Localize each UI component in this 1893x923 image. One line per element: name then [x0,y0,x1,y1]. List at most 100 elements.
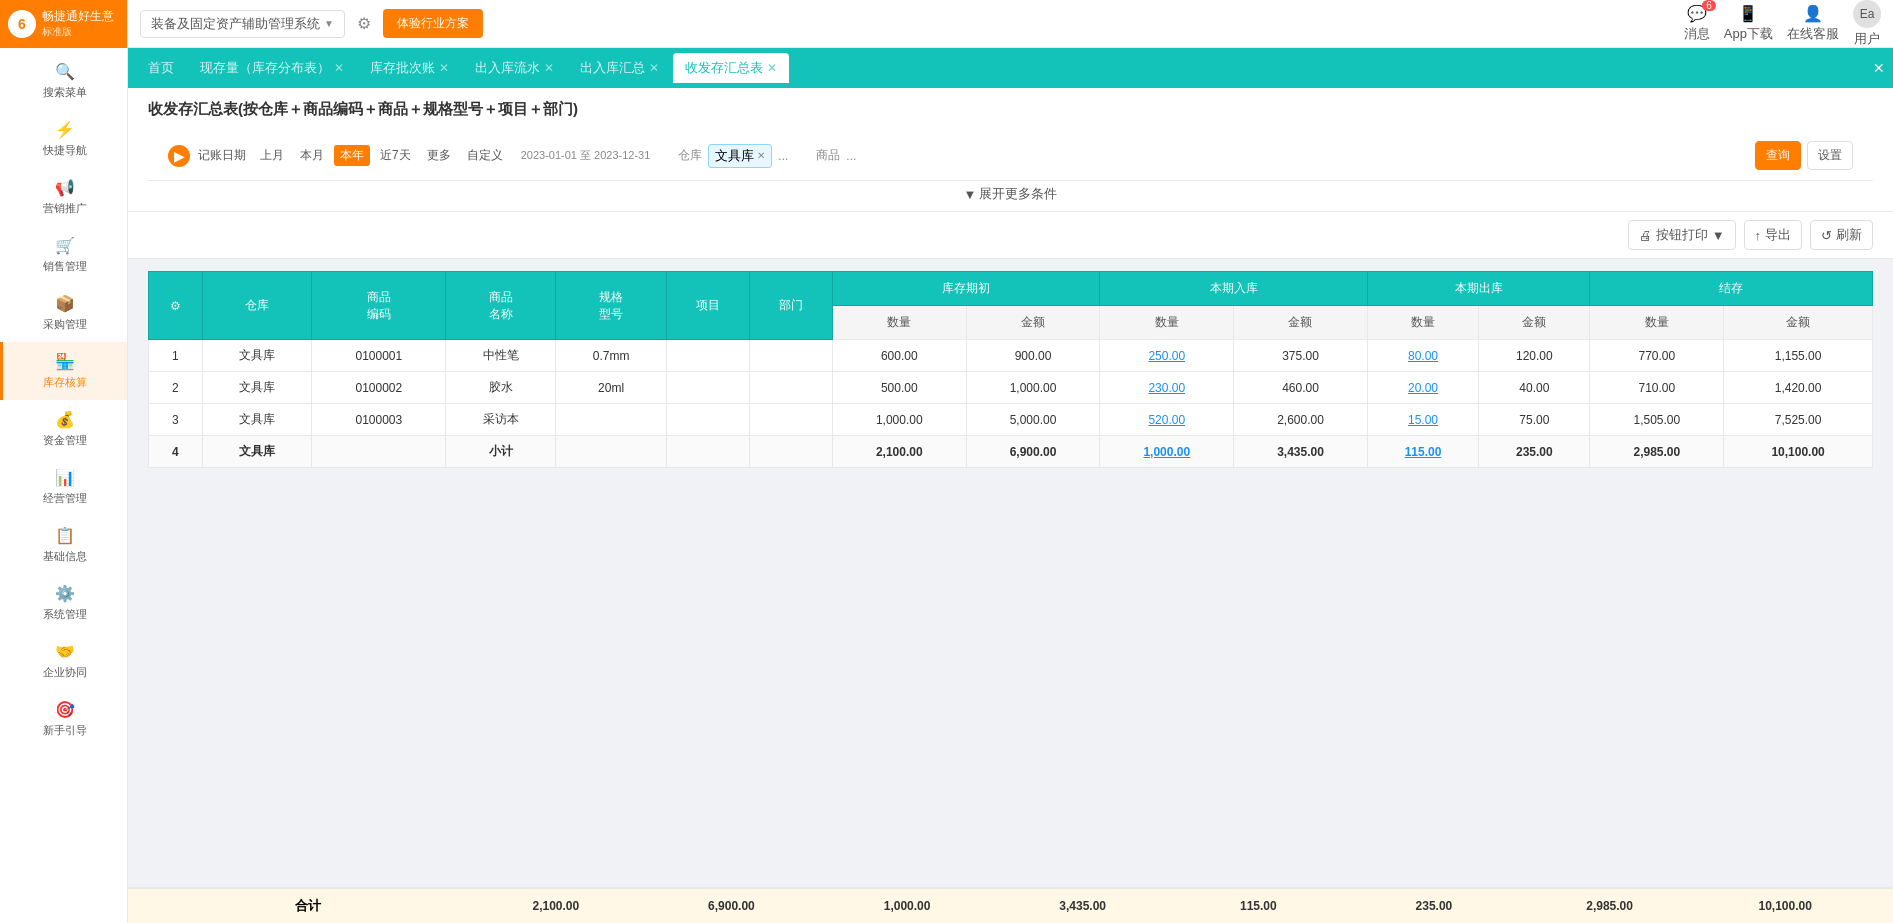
cell-in-qty[interactable]: 1,000.00 [1100,436,1234,468]
tab-inout-summary[interactable]: 出入库汇总✕ [568,53,671,83]
messages-badge: 6 [1702,0,1716,11]
system-icon: ⚙️ [55,584,75,603]
main-area: 装备及固定资产辅助管理系统 ▼ ⚙ 体验行业方案 💬 消息 6 📱 App下载 … [128,0,1893,923]
cell-close-amt: 1,420.00 [1724,372,1873,404]
date-btn-更多[interactable]: 更多 [421,145,457,166]
sidebar-item-search[interactable]: 🔍搜索菜单 [0,52,127,110]
sidebar-nav: 🔍搜索菜单⚡快捷导航📢营销推广🛒销售管理📦采购管理🏪库存核算💰资金管理📊经营管理… [0,48,127,923]
cell-out-amt: 40.00 [1479,372,1590,404]
footer-open-qty: 2,100.00 [468,897,644,915]
cell-in-qty[interactable]: 230.00 [1100,372,1234,404]
cell-out-qty[interactable]: 15.00 [1367,404,1478,436]
warehouse-tag[interactable]: 文具库 ✕ [708,144,772,168]
footer-out-amt: 235.00 [1346,897,1522,915]
trial-button[interactable]: 体验行业方案 [383,9,483,38]
page-title: 收发存汇总表(按仓库＋商品编码＋商品＋规格型号＋项目＋部门) [148,100,1873,119]
sidebar-item-label: 企业协同 [43,665,87,680]
print-button[interactable]: 🖨 按钮打印 ▼ [1628,220,1736,250]
sidebar-item-guide[interactable]: 🎯新手引导 [0,690,127,748]
tab-close-icon[interactable]: ✕ [439,61,449,75]
date-btn-上月[interactable]: 上月 [254,145,290,166]
sidebar-item-sales[interactable]: 🛒销售管理 [0,226,127,284]
sidebar-item-system[interactable]: ⚙️系统管理 [0,574,127,632]
sidebar-item-basic[interactable]: 📋基础信息 [0,516,127,574]
tab-close-icon[interactable]: ✕ [544,61,554,75]
online-service-label: 在线客服 [1787,25,1839,43]
cell-out-qty[interactable]: 20.00 [1367,372,1478,404]
footer-values: 2,100.00 6,900.00 1,000.00 3,435.00 115.… [468,897,1873,915]
warehouse-more-button[interactable]: ... [778,149,788,163]
query-button[interactable]: 查询 [1755,141,1801,170]
goods-filter: 商品 ... [816,147,856,164]
cell-department [750,372,833,404]
system-selector[interactable]: 装备及固定资产辅助管理系统 ▼ [140,10,345,38]
tab-home[interactable]: 首页 [136,53,186,83]
cell-no: 1 [149,340,203,372]
topbar-right: 💬 消息 6 📱 App下载 👤 在线客服 Ea 用户 [1684,0,1881,48]
tab-inout-flow[interactable]: 出入库流水✕ [463,53,566,83]
date-btn-自定义[interactable]: 自定义 [461,145,509,166]
col-settings-header[interactable]: ⚙ [149,272,203,340]
sidebar-item-quick-nav[interactable]: ⚡快捷导航 [0,110,127,168]
date-btn-本月[interactable]: 本月 [294,145,330,166]
cell-project [667,404,750,436]
marketing-icon: 📢 [55,178,75,197]
cell-project [667,340,750,372]
cell-goods-code: 0100003 [312,404,446,436]
cell-goods-name: 小计 [446,436,556,468]
goods-more-button[interactable]: ... [846,149,856,163]
user-menu[interactable]: Ea 用户 [1853,0,1881,48]
sidebar-item-purchase[interactable]: 📦采购管理 [0,284,127,342]
sales-icon: 🛒 [55,236,75,255]
cell-goods-code: 0100002 [312,372,446,404]
sidebar-item-operations[interactable]: 📊经营管理 [0,458,127,516]
messages-label: 消息 [1684,25,1710,43]
sidebar-item-marketing[interactable]: 📢营销推广 [0,168,127,226]
tab-stock-dist[interactable]: 现存量（库存分布表）✕ [188,53,356,83]
cell-in-qty[interactable]: 250.00 [1100,340,1234,372]
quick-nav-icon: ⚡ [55,120,75,139]
table-settings-button[interactable]: 设置 [1807,141,1853,170]
sidebar-item-label: 资金管理 [43,433,87,448]
tab-close-icon[interactable]: ✕ [334,61,344,75]
messages-button[interactable]: 💬 消息 6 [1684,4,1710,43]
content-area: 收发存汇总表(按仓库＋商品编码＋商品＋规格型号＋项目＋部门) ▶ 记账日期 上月… [128,88,1893,923]
col-out-header: 本期出库 [1367,272,1590,306]
app-download-button[interactable]: 📱 App下载 [1724,4,1773,43]
cell-close-amt: 10,100.00 [1724,436,1873,468]
col-in-header: 本期入库 [1100,272,1367,306]
expand-conditions-button[interactable]: ▼ 展开更多条件 [964,185,1058,203]
cell-warehouse: 文具库 [202,404,312,436]
cell-out-amt: 75.00 [1479,404,1590,436]
settings-icon[interactable]: ⚙ [357,14,371,33]
cell-open-amt: 1,000.00 [966,372,1100,404]
cell-close-qty: 710.00 [1590,372,1724,404]
sidebar-item-enterprise[interactable]: 🤝企业协同 [0,632,127,690]
col-in-qty-header: 数量 [1100,306,1234,340]
cell-project [667,372,750,404]
cell-out-qty[interactable]: 80.00 [1367,340,1478,372]
warehouse-tag-remove[interactable]: ✕ [757,150,765,161]
date-btn-近7天[interactable]: 近7天 [374,145,417,166]
cell-goods-code: 0100001 [312,340,446,372]
export-button[interactable]: ↑ 导出 [1744,220,1803,250]
operations-icon: 📊 [55,468,75,487]
cell-out-qty[interactable]: 115.00 [1367,436,1478,468]
sidebar-item-stock[interactable]: 🏪库存核算 [0,342,127,400]
tab-batch[interactable]: 库存批次账✕ [358,53,461,83]
cell-in-qty[interactable]: 520.00 [1100,404,1234,436]
tab-close-icon[interactable]: ✕ [767,61,777,75]
col-closing-header: 结存 [1590,272,1873,306]
expand-icon: ▼ [964,187,977,202]
online-service-button[interactable]: 👤 在线客服 [1787,4,1839,43]
filter-toggle-button[interactable]: ▶ [168,145,190,167]
cell-warehouse: 文具库 [202,340,312,372]
col-out-qty-header: 数量 [1367,306,1478,340]
tab-close-icon[interactable]: ✕ [649,61,659,75]
date-btn-本年[interactable]: 本年 [334,145,370,166]
cell-out-amt: 235.00 [1479,436,1590,468]
tab-stock-summary[interactable]: 收发存汇总表✕ [673,53,789,83]
tabs-close-all[interactable]: ✕ [1873,60,1885,76]
refresh-button[interactable]: ↺ 刷新 [1810,220,1873,250]
sidebar-item-finance[interactable]: 💰资金管理 [0,400,127,458]
